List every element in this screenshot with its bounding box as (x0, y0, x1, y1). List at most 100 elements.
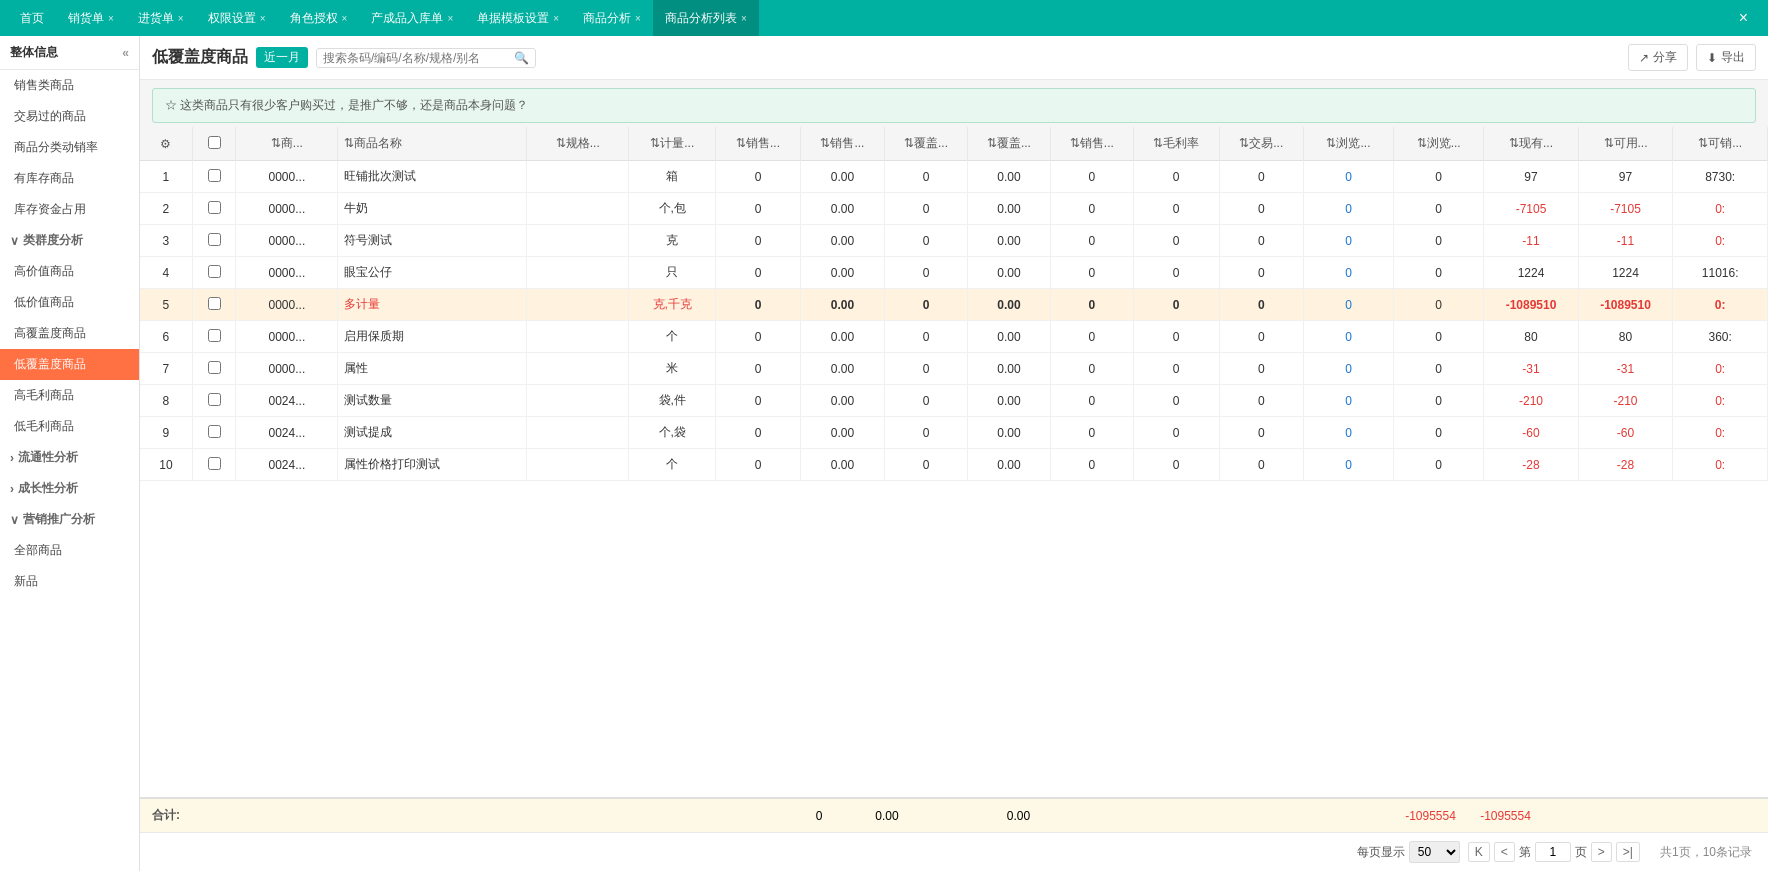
close-template-icon[interactable]: × (553, 13, 559, 24)
select-all-checkbox[interactable] (208, 136, 221, 149)
close-product-analysis-icon[interactable]: × (635, 13, 641, 24)
row-checkbox[interactable] (208, 201, 221, 214)
row-spec (527, 161, 629, 193)
sidebar-group-liquidity[interactable]: › 流通性分析 (0, 442, 139, 473)
row-salesamt: 0.00 (800, 385, 884, 417)
page-number-input[interactable] (1535, 842, 1571, 862)
sort-icon[interactable]: ⇅ (271, 136, 281, 150)
sidebar-item-sales-goods[interactable]: 销售类商品 (0, 70, 139, 101)
browse-link[interactable]: 0 (1345, 170, 1352, 184)
sort-icon13[interactable]: ⇅ (1417, 136, 1427, 150)
sidebar-group-growth[interactable]: › 成长性分析 (0, 473, 139, 504)
row-salesamt: 0.00 (800, 321, 884, 353)
browse-link[interactable]: 0 (1345, 426, 1352, 440)
per-page-select[interactable]: 50 100 200 (1409, 841, 1460, 863)
prev-page-button[interactable]: < (1494, 842, 1515, 862)
sort-icon6[interactable]: ⇅ (820, 136, 830, 150)
nav-purchase-order[interactable]: 进货单 × (126, 0, 196, 36)
nav-product-analysis-list[interactable]: 商品分析列表 × (653, 0, 759, 36)
col-checkbox[interactable] (192, 127, 236, 161)
sidebar-group-cluster-analysis[interactable]: ∨ 类群度分析 (0, 225, 139, 256)
sort-icon14[interactable]: ⇅ (1509, 136, 1519, 150)
nav-finished-goods[interactable]: 产成品入库单 × (359, 0, 465, 36)
sort-icon9[interactable]: ⇅ (1070, 136, 1080, 150)
browse-link[interactable]: 0 (1345, 362, 1352, 376)
sort-icon16[interactable]: ⇅ (1698, 136, 1708, 150)
table-container[interactable]: ⚙ ⇅商... ⇅商品名称 ⇅规格... (140, 127, 1768, 797)
sort-icon8[interactable]: ⇅ (987, 136, 997, 150)
close-finished-goods-icon[interactable]: × (447, 13, 453, 24)
sidebar-item-stock-capital[interactable]: 库存资金占用 (0, 194, 139, 225)
row-checkbox[interactable] (208, 233, 221, 246)
share-button[interactable]: ↗ 分享 (1628, 44, 1688, 71)
col-salesamt-header: ⇅销售... (800, 127, 884, 161)
browse-link[interactable]: 0 (1345, 202, 1352, 216)
sort-icon7[interactable]: ⇅ (904, 136, 914, 150)
sidebar-item-low-coverage[interactable]: 低覆盖度商品 (0, 349, 139, 380)
nav-sales-order[interactable]: 销货单 × (56, 0, 126, 36)
sort-icon2[interactable]: ⇅ (344, 136, 354, 150)
search-input[interactable] (323, 51, 514, 65)
close-role-auth-icon[interactable]: × (342, 13, 348, 24)
sidebar-item-high-coverage[interactable]: 高覆盖度商品 (0, 318, 139, 349)
window-close-button[interactable]: × (1727, 9, 1760, 27)
nav-template-settings[interactable]: 单据模板设置 × (465, 0, 571, 36)
row-checkbox[interactable] (208, 265, 221, 278)
table-header-row: ⚙ ⇅商... ⇅商品名称 ⇅规格... (140, 127, 1768, 161)
row-checkbox[interactable] (208, 425, 221, 438)
sort-icon4[interactable]: ⇅ (650, 136, 660, 150)
first-page-button[interactable]: K (1468, 842, 1490, 862)
nav-product-analysis[interactable]: 商品分析 × (571, 0, 653, 36)
close-permission-icon[interactable]: × (260, 13, 266, 24)
search-icon[interactable]: 🔍 (514, 51, 529, 65)
sort-icon10[interactable]: ⇅ (1153, 136, 1163, 150)
close-purchase-order-icon[interactable]: × (178, 13, 184, 24)
sort-icon3[interactable]: ⇅ (556, 136, 566, 150)
sidebar-group-marketing[interactable]: ∨ 营销推广分析 (0, 504, 139, 535)
next-page-button[interactable]: > (1591, 842, 1612, 862)
time-filter-button[interactable]: 近一月 (256, 47, 308, 68)
row-availstock: -11 (1578, 225, 1673, 257)
close-sales-order-icon[interactable]: × (108, 13, 114, 24)
close-product-analysis-list-icon[interactable]: × (741, 13, 747, 24)
last-page-button[interactable]: >| (1616, 842, 1640, 862)
row-checkbox[interactable] (208, 297, 221, 310)
sidebar-item-high-value[interactable]: 高价值商品 (0, 256, 139, 287)
sort-icon12[interactable]: ⇅ (1326, 136, 1336, 150)
sort-icon5[interactable]: ⇅ (736, 136, 746, 150)
sidebar-item-all-goods[interactable]: 全部商品 (0, 535, 139, 566)
browse-link[interactable]: 0 (1345, 330, 1352, 344)
row-browse2: 0 (1394, 193, 1484, 225)
sort-icon11[interactable]: ⇅ (1239, 136, 1249, 150)
browse-link[interactable]: 0 (1345, 266, 1352, 280)
row-checkbox[interactable] (208, 361, 221, 374)
sidebar-item-new-goods[interactable]: 新品 (0, 566, 139, 597)
sidebar-item-low-value[interactable]: 低价值商品 (0, 287, 139, 318)
sidebar-item-high-margin[interactable]: 高毛利商品 (0, 380, 139, 411)
settings-icon[interactable]: ⚙ (160, 137, 171, 151)
row-checkbox[interactable] (208, 393, 221, 406)
sidebar-item-in-stock[interactable]: 有库存商品 (0, 163, 139, 194)
row-checkbox[interactable] (208, 457, 221, 470)
browse-link[interactable]: 0 (1345, 298, 1352, 312)
sidebar-collapse-button[interactable]: « (122, 46, 129, 60)
col-settings[interactable]: ⚙ (140, 127, 192, 161)
nav-permission-settings[interactable]: 权限设置 × (196, 0, 278, 36)
sort-icon15[interactable]: ⇅ (1604, 136, 1614, 150)
row-checkbox[interactable] (208, 329, 221, 342)
row-checkbox[interactable] (208, 169, 221, 182)
row-soldamt: 0 (1050, 193, 1133, 225)
browse-link[interactable]: 0 (1345, 458, 1352, 472)
sidebar-item-category-rate[interactable]: 商品分类动销率 (0, 132, 139, 163)
browse-link[interactable]: 0 (1345, 394, 1352, 408)
row-salesqty: 0 (716, 225, 800, 257)
search-box[interactable]: 🔍 (316, 48, 536, 68)
content-area: 低覆盖度商品 近一月 🔍 ↗ 分享 ⬇ 导出 ☆ 这类商品只有很少客户购买过，是… (140, 36, 1768, 871)
browse-link[interactable]: 0 (1345, 234, 1352, 248)
sidebar-item-low-margin[interactable]: 低毛利商品 (0, 411, 139, 442)
sidebar-item-traded-goods[interactable]: 交易过的商品 (0, 101, 139, 132)
nav-home[interactable]: 首页 (8, 0, 56, 36)
export-button[interactable]: ⬇ 导出 (1696, 44, 1756, 71)
col-name-header: ⇅商品名称 (338, 127, 527, 161)
nav-role-auth[interactable]: 角色授权 × (278, 0, 360, 36)
